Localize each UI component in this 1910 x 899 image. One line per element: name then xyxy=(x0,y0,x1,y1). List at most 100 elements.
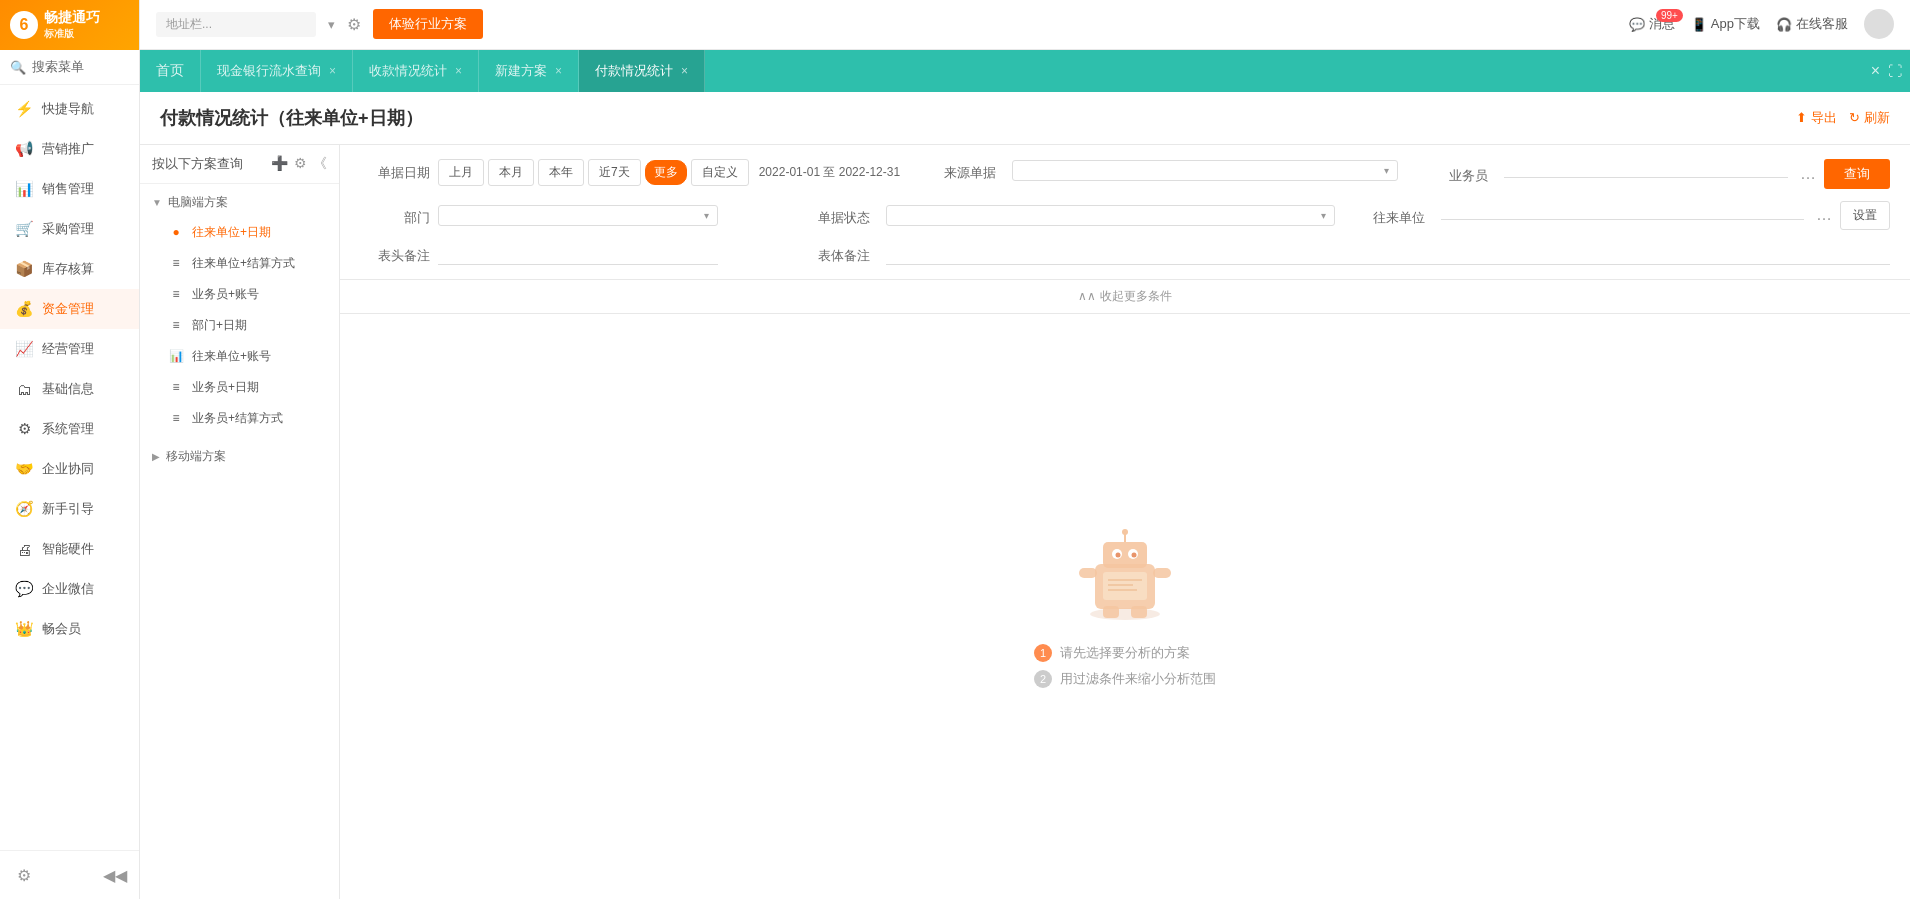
app-download-button[interactable]: 📱 App下载 xyxy=(1691,15,1760,33)
sidebar-item-cooperation[interactable]: 🤝 企业协同 xyxy=(0,449,139,489)
address-bar[interactable]: 地址栏... xyxy=(156,12,316,37)
collapse-more-button[interactable]: ∧∧ 收起更多条件 xyxy=(1078,288,1172,305)
tab-new-scheme[interactable]: 新建方案 × xyxy=(479,50,579,92)
staff-more-icon[interactable]: … xyxy=(1800,165,1816,183)
scheme-item-label-staff-date: 业务员+日期 xyxy=(192,379,259,396)
sidebar-item-operations[interactable]: 📈 经营管理 xyxy=(0,329,139,369)
date-btn-7days[interactable]: 近7天 xyxy=(588,159,641,186)
scheme-item-staff-settlement[interactable]: ≡ 业务员+结算方式 xyxy=(140,403,339,434)
nav-icon-marketing: 📢 xyxy=(14,139,34,159)
scheme-item-label-partner-settlement: 往来单位+结算方式 xyxy=(192,255,295,272)
header-note-label: 表头备注 xyxy=(360,242,430,265)
svg-point-0 xyxy=(1090,608,1160,620)
scheme-item-label-staff-account: 业务员+账号 xyxy=(192,286,259,303)
tab-payment-stats-close[interactable]: × xyxy=(681,64,688,78)
sidebar-item-hardware[interactable]: 🖨 智能硬件 xyxy=(0,529,139,569)
date-btn-more[interactable]: 更多 xyxy=(645,160,687,185)
desktop-group-title[interactable]: ▼ 电脑端方案 xyxy=(140,188,339,217)
refresh-button[interactable]: ↻ 刷新 xyxy=(1849,109,1890,127)
export-button[interactable]: ⬆ 导出 xyxy=(1796,109,1837,127)
source-doc-select[interactable]: ▾ xyxy=(1012,160,1398,181)
settings-button[interactable]: 设置 xyxy=(1840,201,1890,230)
desktop-scheme-group: ▼ 电脑端方案 ● 往来单位+日期 ≡ 往来单位+结算方式 ≡ 业务员+账号 ≡ xyxy=(140,184,339,438)
scheme-settings-icon[interactable]: ⚙ xyxy=(294,155,307,173)
tab-payment-stats[interactable]: 付款情况统计 × xyxy=(579,50,705,92)
dept-select[interactable]: ▾ xyxy=(438,205,718,226)
sidebar-item-quick-nav[interactable]: ⚡ 快捷导航 xyxy=(0,89,139,129)
user-avatar[interactable] xyxy=(1864,9,1894,39)
nav-label-finance: 资金管理 xyxy=(42,300,94,318)
staff-label: 业务员 xyxy=(1418,162,1488,185)
online-service-button[interactable]: 🎧 在线客服 xyxy=(1776,15,1848,33)
scheme-item-dept-date[interactable]: ≡ 部门+日期 xyxy=(140,310,339,341)
nav-icon-system: ⚙ xyxy=(14,419,34,439)
staff-input[interactable] xyxy=(1504,169,1788,178)
nav-label-hardware: 智能硬件 xyxy=(42,540,94,558)
nav-icon-guide: 🧭 xyxy=(14,499,34,519)
date-btn-custom[interactable]: 自定义 xyxy=(691,159,749,186)
scheme-item-icon-staff-account: ≡ xyxy=(168,286,184,302)
body-note-label: 表体备注 xyxy=(800,242,870,265)
tab-receipt-stats-close[interactable]: × xyxy=(455,64,462,78)
sidebar-item-system[interactable]: ⚙ 系统管理 xyxy=(0,409,139,449)
empty-tip-2: 2 用过滤条件来缩小分析范围 xyxy=(1034,670,1216,688)
date-label: 单据日期 xyxy=(360,159,430,182)
nav-label-purchase: 采购管理 xyxy=(42,220,94,238)
trial-button[interactable]: 体验行业方案 xyxy=(373,9,483,39)
collapse-panel-icon[interactable]: 《 xyxy=(313,155,327,173)
mobile-scheme-group: ▶ 移动端方案 xyxy=(140,438,339,475)
tab-receipt-stats[interactable]: 收款情况统计 × xyxy=(353,50,479,92)
date-btn-last-month[interactable]: 上月 xyxy=(438,159,484,186)
tab-home[interactable]: 首页 xyxy=(140,50,201,92)
scheme-item-partner-date[interactable]: ● 往来单位+日期 xyxy=(140,217,339,248)
scheme-item-partner-account[interactable]: 📊 往来单位+账号 xyxy=(140,341,339,372)
sidebar-item-finance[interactable]: 💰 资金管理 xyxy=(0,289,139,329)
top-bar-gear-icon[interactable]: ⚙ xyxy=(347,15,361,34)
tab-new-scheme-close[interactable]: × xyxy=(555,64,562,78)
sidebar-collapse-btn[interactable]: ◀◀ xyxy=(101,861,129,889)
scheme-item-partner-settlement[interactable]: ≡ 往来单位+结算方式 xyxy=(140,248,339,279)
address-chevron-icon[interactable]: ▾ xyxy=(328,17,335,32)
message-icon: 💬 xyxy=(1629,17,1645,32)
header-note-input[interactable] xyxy=(438,242,718,265)
scheme-item-staff-date[interactable]: ≡ 业务员+日期 xyxy=(140,372,339,403)
sidebar-item-inventory[interactable]: 📦 库存核算 xyxy=(0,249,139,289)
sidebar-item-member[interactable]: 👑 畅会员 xyxy=(0,609,139,649)
doc-status-select[interactable]: ▾ xyxy=(886,205,1335,226)
svg-rect-11 xyxy=(1153,568,1171,578)
sidebar-item-guide[interactable]: 🧭 新手引导 xyxy=(0,489,139,529)
refresh-label: 刷新 xyxy=(1864,109,1890,127)
sidebar-settings-icon[interactable]: ⚙ xyxy=(10,861,38,889)
empty-state: 1 请先选择要分析的方案 2 用过滤条件来缩小分析范围 xyxy=(340,314,1910,899)
scheme-item-staff-account[interactable]: ≡ 业务员+账号 xyxy=(140,279,339,310)
collapse-icon: ∧∧ xyxy=(1078,289,1096,303)
message-button[interactable]: 💬 消息 99+ xyxy=(1629,15,1675,33)
partner-more-icon[interactable]: … xyxy=(1816,206,1832,224)
svg-point-6 xyxy=(1116,553,1121,558)
sidebar-item-basic-info[interactable]: 🗂 基础信息 xyxy=(0,369,139,409)
tab-bar-expand-icon[interactable]: ⛶ xyxy=(1888,63,1902,79)
nav-icon-finance: 💰 xyxy=(14,299,34,319)
tab-bar-close-icon[interactable]: × xyxy=(1871,62,1880,80)
nav-label-quick-nav: 快捷导航 xyxy=(42,100,94,118)
tab-cash-flow-close[interactable]: × xyxy=(329,64,336,78)
export-icon: ⬆ xyxy=(1796,110,1807,125)
sidebar-search[interactable]: 🔍 搜索菜单 xyxy=(0,50,139,85)
sidebar-item-marketing[interactable]: 📢 营销推广 xyxy=(0,129,139,169)
partner-input[interactable] xyxy=(1441,211,1804,220)
tab-home-label: 首页 xyxy=(156,62,184,80)
date-btn-this-month[interactable]: 本月 xyxy=(488,159,534,186)
sidebar-item-wechat[interactable]: 💬 企业微信 xyxy=(0,569,139,609)
mobile-arrow-icon: ▶ xyxy=(152,451,160,462)
date-btn-this-year[interactable]: 本年 xyxy=(538,159,584,186)
add-scheme-icon[interactable]: ➕ xyxy=(271,155,288,173)
sidebar-item-sales[interactable]: 📊 销售管理 xyxy=(0,169,139,209)
body-note-input[interactable] xyxy=(886,242,1890,265)
tab-receipt-stats-label: 收款情况统计 xyxy=(369,62,447,80)
tab-cash-flow[interactable]: 现金银行流水查询 × xyxy=(201,50,353,92)
query-button[interactable]: 查询 xyxy=(1824,159,1890,189)
mobile-group-title[interactable]: ▶ 移动端方案 xyxy=(140,442,339,471)
svg-point-9 xyxy=(1122,529,1128,535)
nav-icon-basic-info: 🗂 xyxy=(14,379,34,399)
sidebar-item-purchase[interactable]: 🛒 采购管理 xyxy=(0,209,139,249)
